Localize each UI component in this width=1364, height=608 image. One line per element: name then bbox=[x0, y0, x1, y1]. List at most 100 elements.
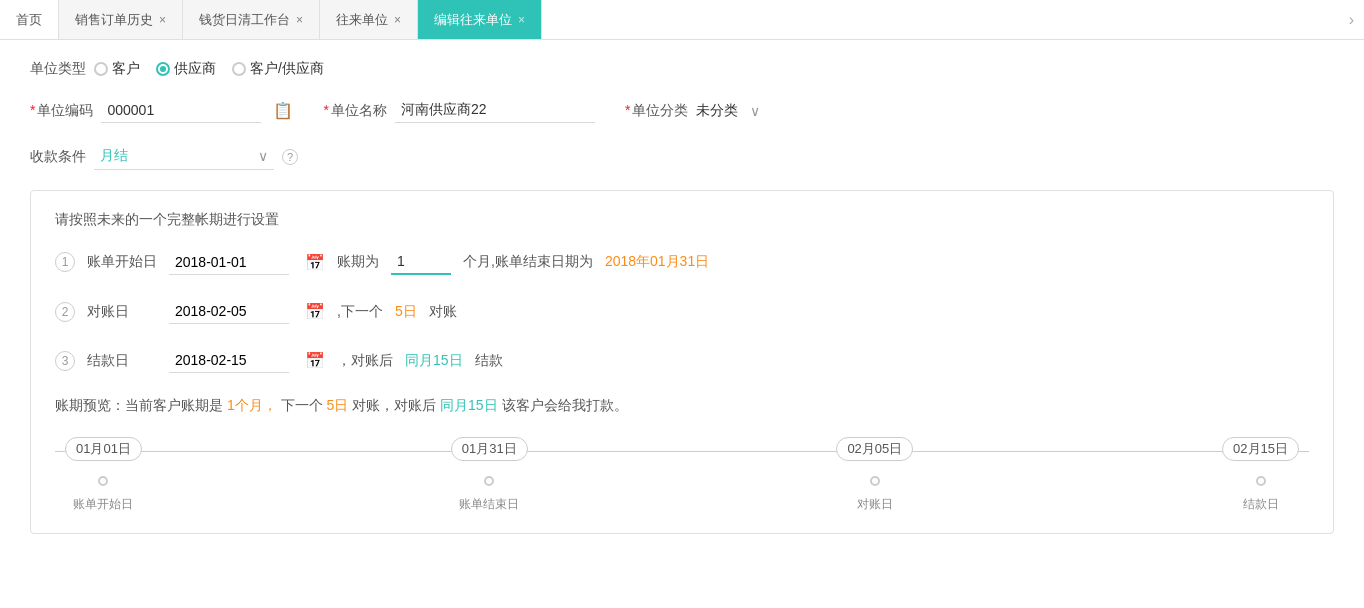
preview-text: 账期预览：当前客户账期是 1个月， 下一个 5日 对账，对账后 同月15日 该客… bbox=[55, 397, 1309, 415]
tab-cash-desk[interactable]: 钱货日清工作台 × bbox=[183, 0, 320, 39]
point-label-4: 结款日 bbox=[1243, 496, 1279, 513]
point-badge-3: 02月05日 bbox=[836, 437, 913, 461]
radio-customer-label: 客户 bbox=[112, 60, 140, 78]
close-icon[interactable]: × bbox=[394, 13, 401, 27]
chevron-down-icon[interactable]: ∨ bbox=[258, 148, 268, 164]
recon-suffix: 对账 bbox=[429, 303, 457, 321]
required-star: * bbox=[625, 102, 630, 118]
unit-code-label: *单位编码 bbox=[30, 102, 93, 120]
calendar-icon-1[interactable]: 📅 bbox=[305, 253, 325, 272]
radio-supplier-label: 供应商 bbox=[174, 60, 216, 78]
point-dot-1 bbox=[98, 476, 108, 486]
required-star: * bbox=[323, 102, 328, 118]
preview-after-day: 对账，对账后 bbox=[352, 397, 436, 413]
tab-sales-order-history[interactable]: 销售订单历史 × bbox=[59, 0, 183, 39]
row-number-1: 1 bbox=[55, 252, 75, 272]
point-dot-3 bbox=[870, 476, 880, 486]
document-icon[interactable]: 📋 bbox=[273, 101, 293, 120]
unit-name-input[interactable] bbox=[395, 98, 595, 123]
tab-home[interactable]: 首页 bbox=[0, 0, 59, 39]
point-label-1: 账单开始日 bbox=[73, 496, 133, 513]
radio-supplier[interactable]: 供应商 bbox=[156, 60, 216, 78]
timeline-points: 01月01日 账单开始日 01月31日 账单结束日 02月05日 对账日 02月… bbox=[55, 439, 1309, 513]
payment-date-input[interactable] bbox=[169, 348, 289, 373]
point-dot-4 bbox=[1256, 476, 1266, 486]
payment-day-highlight: 同月15日 bbox=[405, 352, 463, 370]
calendar-icon-3[interactable]: 📅 bbox=[305, 351, 325, 370]
close-icon[interactable]: × bbox=[518, 13, 525, 27]
point-badge-1: 01月01日 bbox=[65, 437, 142, 461]
unit-type-group: 单位类型 客户 供应商 客户/供应商 bbox=[30, 60, 324, 78]
unit-type-label: 单位类型 bbox=[30, 60, 86, 78]
point-badge-2: 01月31日 bbox=[451, 437, 528, 461]
row-label-2: 对账日 bbox=[87, 303, 157, 321]
section-title: 请按照未来的一个完整帐期进行设置 bbox=[55, 211, 1309, 229]
point-label-3: 对账日 bbox=[857, 496, 893, 513]
payment-terms-select[interactable]: 月结 ∨ bbox=[94, 143, 274, 170]
payment-terms-label: 收款条件 bbox=[30, 148, 86, 166]
radio-both[interactable]: 客户/供应商 bbox=[232, 60, 324, 78]
start-date-input[interactable] bbox=[169, 250, 289, 275]
preview-day-teal: 同月15日 bbox=[440, 397, 498, 413]
period-months-input[interactable] bbox=[391, 249, 451, 275]
preview-day-orange: 5日 bbox=[326, 397, 348, 413]
point-badge-4: 02月15日 bbox=[1222, 437, 1299, 461]
close-icon[interactable]: × bbox=[159, 13, 166, 27]
payment-terms-value: 月结 bbox=[100, 147, 254, 165]
tab-edit-partner-label: 编辑往来单位 bbox=[434, 11, 512, 29]
tab-sales-order-history-label: 销售订单历史 bbox=[75, 11, 153, 29]
recon-prefix: ,下一个 bbox=[337, 303, 383, 321]
preview-label-before: 账期预览：当前客户账期是 bbox=[55, 397, 223, 413]
unit-type-row: 单位类型 客户 供应商 客户/供应商 bbox=[30, 60, 1334, 78]
tab-edit-partner[interactable]: 编辑往来单位 × bbox=[418, 0, 542, 39]
point-label-2: 账单结束日 bbox=[459, 496, 519, 513]
timeline-bar: 01月01日 账单开始日 01月31日 账单结束日 02月05日 对账日 02月… bbox=[55, 439, 1309, 513]
payment-date-row: 3 结款日 📅 ，对账后 同月15日 结款 bbox=[55, 348, 1309, 373]
expand-tabs-button[interactable]: › bbox=[1339, 11, 1364, 29]
tab-home-label: 首页 bbox=[16, 11, 42, 29]
reconciliation-date-row: 2 对账日 📅 ,下一个 5日 对账 bbox=[55, 299, 1309, 324]
unit-type-radio-group: 客户 供应商 客户/供应商 bbox=[94, 60, 324, 78]
unit-info-row: *单位编码 📋 *单位名称 *单位分类 未分类 ∨ bbox=[30, 98, 1334, 123]
payment-prefix: ，对账后 bbox=[337, 352, 393, 370]
unit-category-group: *单位分类 未分类 ∨ bbox=[625, 102, 760, 120]
payment-suffix: 结款 bbox=[475, 352, 503, 370]
tab-partner-unit-label: 往来单位 bbox=[336, 11, 388, 29]
unit-category-label: *单位分类 bbox=[625, 102, 688, 120]
calendar-icon-2[interactable]: 📅 bbox=[305, 302, 325, 321]
chevron-down-icon[interactable]: ∨ bbox=[750, 103, 760, 119]
row-label-1: 账单开始日 bbox=[87, 253, 157, 271]
recon-day-highlight: 5日 bbox=[395, 303, 417, 321]
tab-bar: 首页 销售订单历史 × 钱货日清工作台 × 往来单位 × 编辑往来单位 × › bbox=[0, 0, 1364, 40]
period-label: 账期为 bbox=[337, 253, 379, 271]
row-label-3: 结款日 bbox=[87, 352, 157, 370]
help-icon[interactable]: ? bbox=[282, 149, 298, 165]
radio-circle-both bbox=[232, 62, 246, 76]
account-start-date-row: 1 账单开始日 📅 账期为 个月,账单结束日期为 2018年01月31日 bbox=[55, 249, 1309, 275]
period-suffix: 个月,账单结束日期为 bbox=[463, 253, 593, 271]
unit-name-group: *单位名称 bbox=[323, 98, 594, 123]
radio-circle-supplier bbox=[156, 62, 170, 76]
preview-end: 该客户会给我打款。 bbox=[502, 397, 628, 413]
timeline-point-4: 02月15日 结款日 bbox=[1222, 439, 1299, 513]
unit-name-label: *单位名称 bbox=[323, 102, 386, 120]
unit-code-group: *单位编码 📋 bbox=[30, 98, 293, 123]
preview-period: 1个月， bbox=[227, 397, 277, 413]
radio-both-label: 客户/供应商 bbox=[250, 60, 324, 78]
unit-code-input[interactable] bbox=[101, 98, 261, 123]
reconciliation-date-input[interactable] bbox=[169, 299, 289, 324]
close-icon[interactable]: × bbox=[296, 13, 303, 27]
timeline-point-2: 01月31日 账单结束日 bbox=[451, 439, 528, 513]
radio-customer[interactable]: 客户 bbox=[94, 60, 140, 78]
payment-terms-row: 收款条件 月结 ∨ ? bbox=[30, 143, 1334, 170]
row-number-2: 2 bbox=[55, 302, 75, 322]
point-dot-2 bbox=[484, 476, 494, 486]
end-date-highlight: 2018年01月31日 bbox=[605, 253, 709, 271]
tab-partner-unit[interactable]: 往来单位 × bbox=[320, 0, 418, 39]
payment-terms-group: 收款条件 月结 ∨ ? bbox=[30, 143, 298, 170]
radio-circle-customer bbox=[94, 62, 108, 76]
main-content: 单位类型 客户 供应商 客户/供应商 *单位编码 bbox=[0, 40, 1364, 608]
timeline-point-1: 01月01日 账单开始日 bbox=[65, 439, 142, 513]
row-number-3: 3 bbox=[55, 351, 75, 371]
required-star: * bbox=[30, 102, 35, 118]
